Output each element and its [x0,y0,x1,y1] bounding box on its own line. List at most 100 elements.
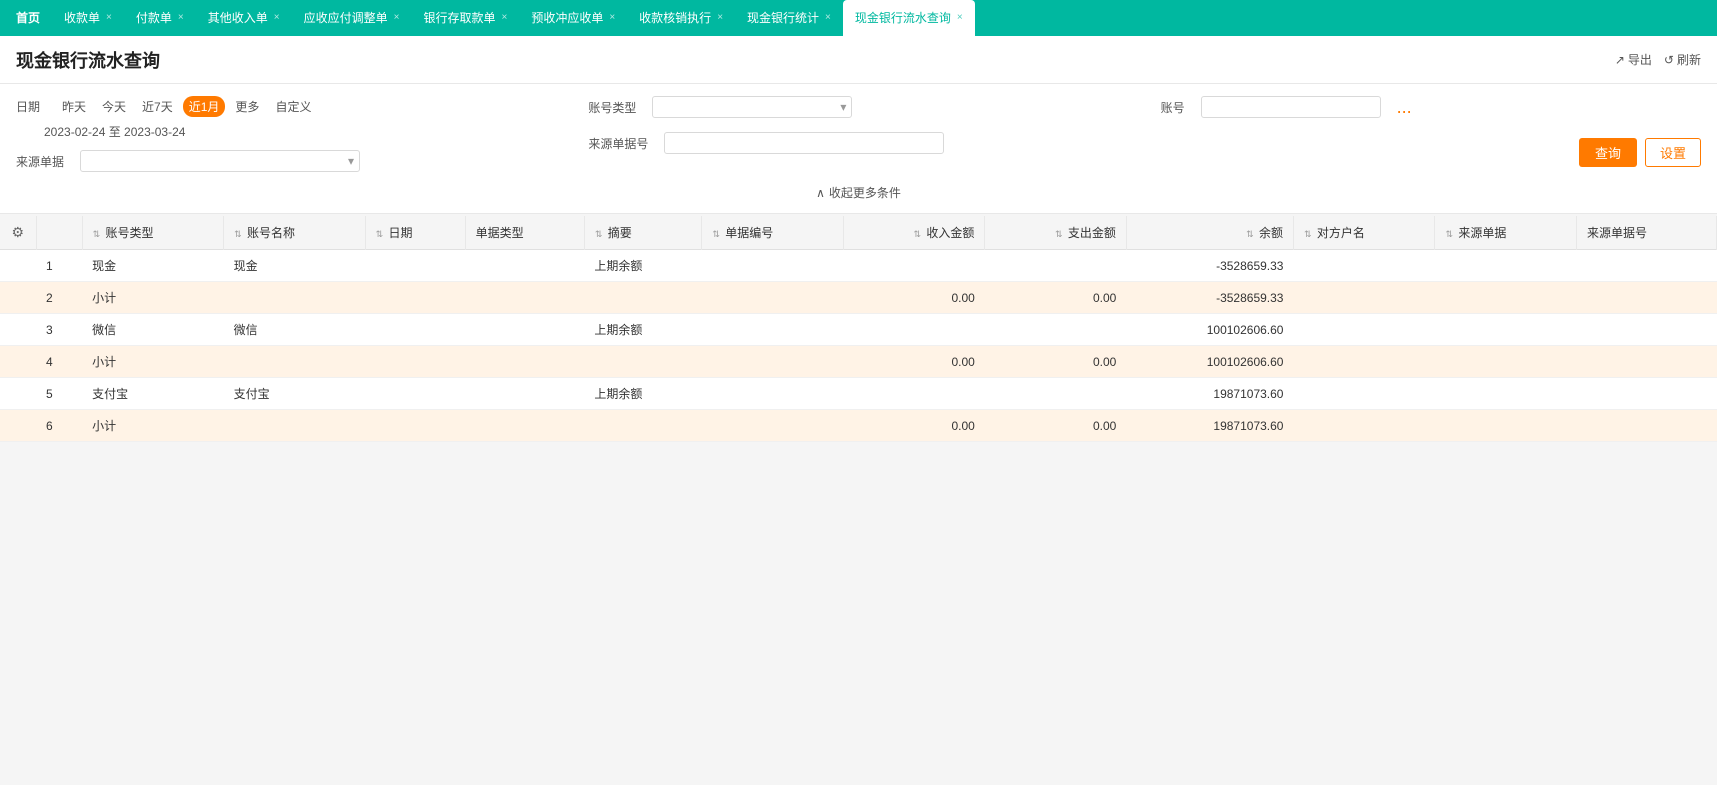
gear-icon[interactable]: ⚙ [11,224,24,240]
close-icon[interactable]: × [609,0,615,36]
cell-doc-no [702,282,844,314]
col-source-doc-no[interactable]: 来源单据号 [1576,216,1716,250]
cell-gear [0,282,36,314]
cell-idx: 2 [36,282,82,314]
close-icon[interactable]: × [274,0,280,36]
table-section: ⚙ ⇅ 账号类型 ⇅ 账号名称 ⇅ 日期 单据类型 [0,216,1717,442]
cell-account-type: 微信 [82,314,224,346]
cell-summary: 上期余额 [584,314,702,346]
close-icon[interactable]: × [957,0,963,36]
cell-account-type: 现金 [82,250,224,282]
source-doc-select[interactable] [80,150,360,172]
cell-expense [985,250,1127,282]
close-icon[interactable]: × [825,0,831,36]
table-row: 2小计0.000.00-3528659.33 [0,282,1717,314]
sort-icon: ⇅ [1445,229,1453,239]
col-income[interactable]: ⇅ 收入金额 [843,216,985,250]
date-opt-1month[interactable]: 近1月 [183,96,226,117]
account-dots-button[interactable]: ... [1397,97,1412,118]
nav-tab-xiangjin-tongji[interactable]: 现金银行统计 × [735,0,843,36]
close-icon[interactable]: × [106,0,112,36]
col-source-doc[interactable]: ⇅ 来源单据 [1435,216,1577,250]
cell-doc-type [465,282,584,314]
top-nav: 首页 收款单 × 付款单 × 其他收入单 × 应收应付调整单 × 银行存取款单 … [0,0,1717,36]
cell-idx: 1 [36,250,82,282]
export-button[interactable]: ↗ 导出 [1615,51,1652,68]
table-row: 3微信微信上期余额100102606.60 [0,314,1717,346]
cell-expense: 0.00 [985,346,1127,378]
cell-expense: 0.00 [985,410,1127,442]
cell-counterparty [1293,314,1435,346]
col-balance[interactable]: ⇅ 余额 [1126,216,1293,250]
cell-account-type: 小计 [82,282,224,314]
cell-doc-no [702,410,844,442]
nav-tab-fukuandan[interactable]: 付款单 × [124,0,196,36]
account-type-select[interactable] [652,96,852,118]
nav-tab-yushou[interactable]: 预收冲应收单 × [519,0,627,36]
date-range-text: 2023-02-24 至 2023-03-24 [44,125,185,139]
table-row: 5支付宝支付宝上期余额19871073.60 [0,378,1717,410]
cell-date [365,250,465,282]
table-row: 6小计0.000.0019871073.60 [0,410,1717,442]
col-counterparty[interactable]: ⇅ 对方户名 [1293,216,1435,250]
cell-income: 0.00 [843,282,985,314]
data-table: ⚙ ⇅ 账号类型 ⇅ 账号名称 ⇅ 日期 单据类型 [0,216,1717,442]
close-icon[interactable]: × [717,0,723,36]
col-doc-type[interactable]: 单据类型 [465,216,584,250]
cell-doc-no [702,250,844,282]
date-opt-7days[interactable]: 近7天 [136,96,179,117]
date-opt-custom[interactable]: 自定义 [269,96,317,117]
nav-tab-yinhangcunkuan[interactable]: 银行存取款单 × [411,0,519,36]
nav-tab-shoukuandan[interactable]: 收款单 × [52,0,124,36]
settings-button[interactable]: 设置 [1645,138,1701,167]
collapse-bar[interactable]: ∧ 收起更多条件 [16,180,1701,205]
table-header-row: ⚙ ⇅ 账号类型 ⇅ 账号名称 ⇅ 日期 单据类型 [0,216,1717,250]
cell-doc-type [465,346,584,378]
sort-icon: ⇅ [234,229,242,239]
cell-source-doc-no [1576,378,1716,410]
source-doc-label: 来源单据 [16,153,64,170]
cell-doc-type [465,314,584,346]
col-date[interactable]: ⇅ 日期 [365,216,465,250]
refresh-button[interactable]: ↺ 刷新 [1664,51,1701,68]
cell-doc-no [702,378,844,410]
col-summary[interactable]: ⇅ 摘要 [584,216,702,250]
sort-icon: ⇅ [712,229,720,239]
account-type-select-wrapper [652,96,852,118]
cell-balance: 19871073.60 [1126,410,1293,442]
nav-tab-qitashouru[interactable]: 其他收入单 × [196,0,292,36]
close-icon[interactable]: × [178,0,184,36]
page-title: 现金银行流水查询 [16,47,160,73]
date-opt-today[interactable]: 今天 [96,96,132,117]
cell-summary [584,346,702,378]
cell-account-name [224,282,366,314]
source-doc-no-label: 来源单据号 [588,135,648,152]
cell-counterparty [1293,250,1435,282]
sort-icon: ⇅ [1246,229,1254,239]
chevron-up-icon: ∧ [816,186,825,200]
close-icon[interactable]: × [501,0,507,36]
cell-date [365,346,465,378]
cell-source-doc-no [1576,282,1716,314]
col-expense[interactable]: ⇅ 支出金额 [985,216,1127,250]
col-account-name[interactable]: ⇅ 账号名称 [224,216,366,250]
source-doc-no-input[interactable] [664,132,944,154]
account-label: 账号 [1161,99,1185,116]
account-input[interactable] [1201,96,1381,118]
table-row: 4小计0.000.00100102606.60 [0,346,1717,378]
nav-tab-liushui[interactable]: 现金银行流水查询 × [843,0,975,36]
cell-income [843,378,985,410]
nav-home[interactable]: 首页 [4,0,52,36]
cell-date [365,410,465,442]
query-button[interactable]: 查询 [1579,138,1637,167]
nav-tab-yingshouyingfu[interactable]: 应收应付调整单 × [292,0,412,36]
date-opt-yesterday[interactable]: 昨天 [56,96,92,117]
col-doc-no[interactable]: ⇅ 单据编号 [702,216,844,250]
col-account-type[interactable]: ⇅ 账号类型 [82,216,224,250]
sort-icon: ⇅ [1304,229,1312,239]
date-opt-more[interactable]: 更多 [229,96,265,117]
nav-tab-shoukuanhexiao[interactable]: 收款核销执行 × [627,0,735,36]
cell-idx: 3 [36,314,82,346]
close-icon[interactable]: × [394,0,400,36]
header-actions: ↗ 导出 ↺ 刷新 [1615,51,1701,68]
